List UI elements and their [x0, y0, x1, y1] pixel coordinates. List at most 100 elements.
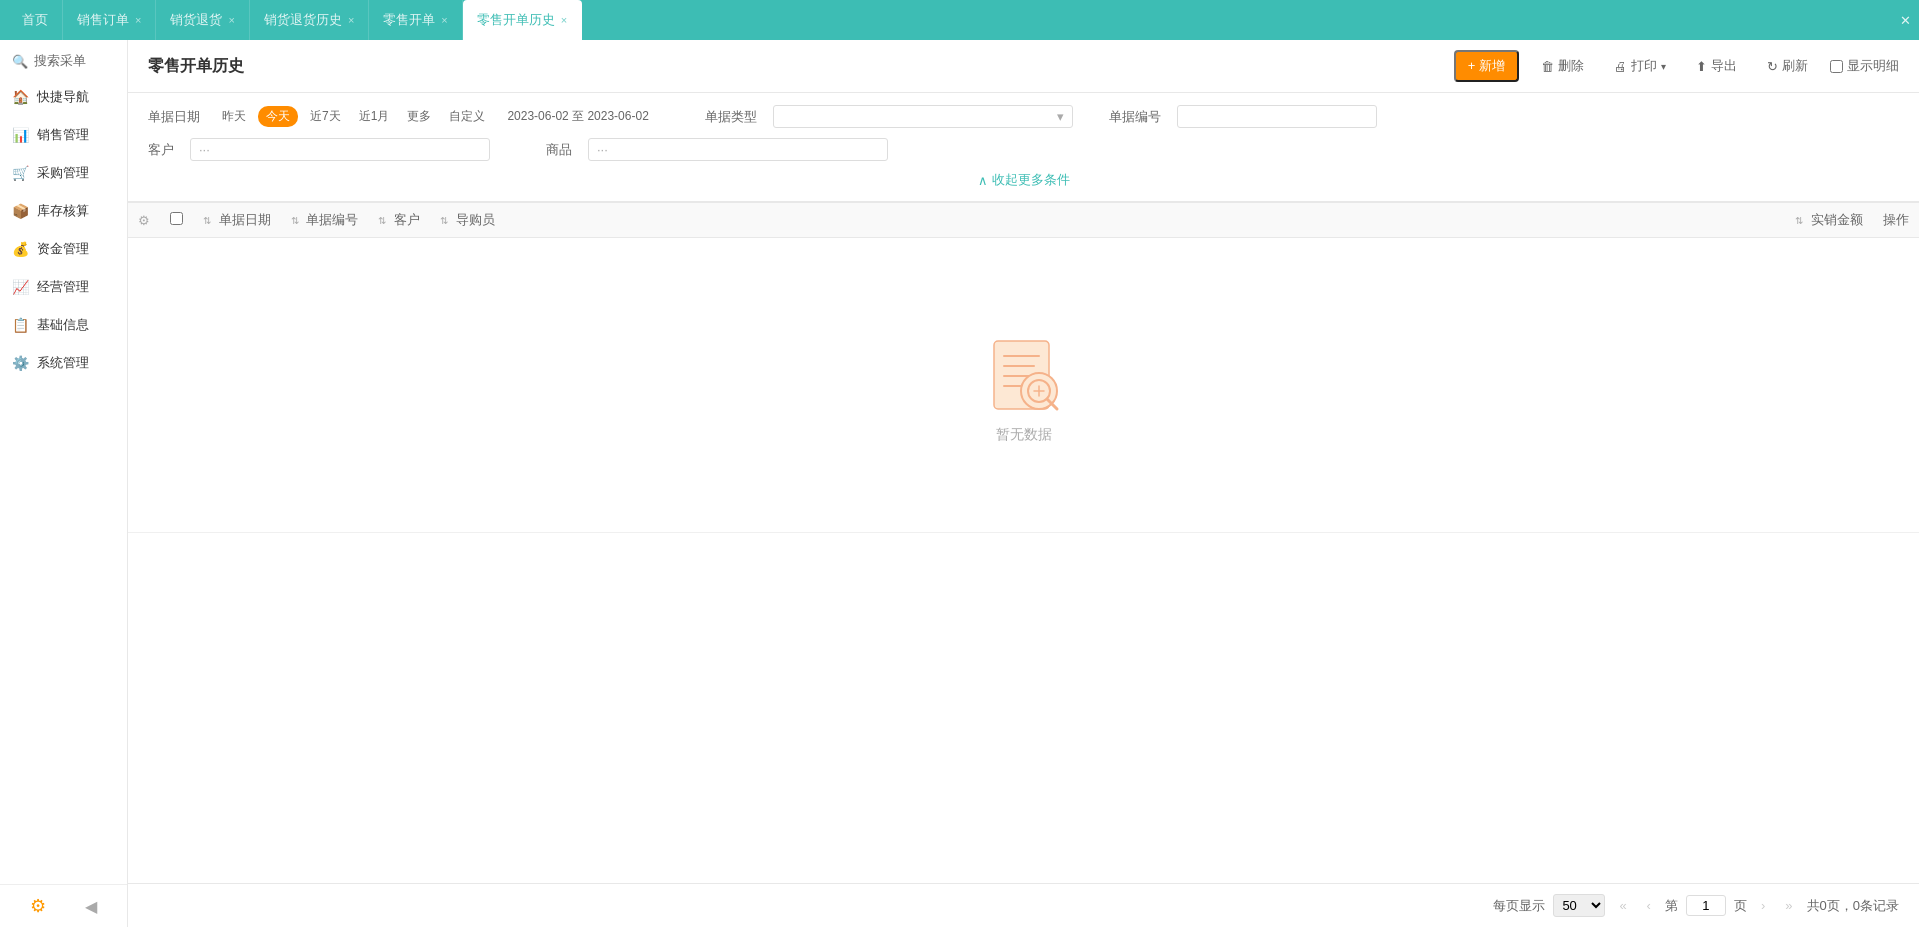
page-input[interactable] [1686, 895, 1726, 916]
filter-section: 单据日期 昨天 今天 近7天 近1月 更多 自定义 2023-06-02 至 2… [128, 93, 1919, 202]
sidebar-item-operations-label: 经营管理 [37, 278, 89, 296]
sidebar-search-label: 搜索采单 [34, 52, 86, 70]
sidebar-item-finance-label: 资金管理 [37, 240, 89, 258]
date-option-1month[interactable]: 近1月 [353, 106, 396, 127]
empty-text: 暂无数据 [996, 426, 1052, 444]
sidebar-item-sys-mgmt[interactable]: ⚙️ 系统管理 [0, 344, 127, 382]
per-page-label: 每页显示 [1493, 897, 1545, 915]
tab-sales-return-history-close[interactable]: × [348, 14, 354, 26]
window-close-btn[interactable]: ✕ [1900, 13, 1911, 28]
add-button[interactable]: + 新增 [1454, 50, 1519, 82]
print-button[interactable]: 🖨 打印 ▾ [1606, 53, 1674, 79]
sort-number-icon[interactable]: ⇅ [291, 215, 299, 226]
export-icon: ⬆ [1696, 59, 1707, 74]
date-option-today[interactable]: 今天 [258, 106, 298, 127]
collapse-sidebar-btn[interactable]: ◀ [85, 897, 97, 916]
last-page-btn[interactable]: » [1779, 896, 1798, 915]
delete-button[interactable]: 🗑 删除 [1533, 53, 1592, 79]
tab-sales-return-close[interactable]: × [228, 14, 234, 26]
page-title: 零售开单历史 [148, 56, 244, 77]
next-page-btn[interactable]: › [1755, 896, 1771, 915]
th-action: 操作 [1873, 203, 1919, 238]
filter-row-1: 单据日期 昨天 今天 近7天 近1月 更多 自定义 2023-06-02 至 2… [148, 105, 1899, 128]
tab-bar-right: ✕ [1900, 13, 1911, 28]
sidebar-bottom: ⚙ ◀ [0, 884, 127, 927]
money-icon: 💰 [12, 241, 29, 257]
tab-home-label: 首页 [22, 11, 48, 29]
tab-sales-return-history[interactable]: 销货退货历史 × [250, 0, 369, 40]
sidebar-item-inventory-label: 库存核算 [37, 202, 89, 220]
table-settings-icon[interactable]: ⚙ [138, 213, 150, 228]
chart-icon: 📊 [12, 127, 29, 143]
tab-sales-return[interactable]: 销货退货 × [156, 0, 249, 40]
sort-date-icon[interactable]: ⇅ [203, 215, 211, 226]
th-settings: ⚙ [128, 203, 160, 238]
chevron-up-icon: ∧ [978, 173, 988, 188]
sort-amount-icon[interactable]: ⇅ [1795, 215, 1803, 226]
date-option-custom[interactable]: 自定义 [443, 106, 491, 127]
type-filter-select[interactable]: ▾ [773, 105, 1073, 128]
sort-guide-icon[interactable]: ⇅ [440, 215, 448, 226]
table-header-row: ⚙ ⇅ 单据日期 ⇅ 单据编号 [128, 203, 1919, 238]
goods-filter-dots: ··· [597, 142, 608, 157]
refresh-label: 刷新 [1782, 57, 1808, 75]
tab-retail-open-history-close[interactable]: × [561, 14, 567, 26]
sidebar-item-purchase-mgmt[interactable]: 🛒 采购管理 [0, 154, 127, 192]
sidebar-item-inventory[interactable]: 📦 库存核算 [0, 192, 127, 230]
refresh-icon: ↻ [1767, 59, 1778, 74]
type-filter-arrow: ▾ [1057, 109, 1064, 124]
delete-label: 删除 [1558, 57, 1584, 75]
print-label: 打印 [1631, 57, 1657, 75]
per-page-select[interactable]: 50 10 20 100 [1553, 894, 1605, 917]
sidebar-item-sales-mgmt[interactable]: 📊 销售管理 [0, 116, 127, 154]
select-all-checkbox[interactable] [170, 212, 183, 225]
th-spacer [505, 203, 1786, 238]
refresh-button[interactable]: ↻ 刷新 [1759, 53, 1816, 79]
table-section: ⚙ ⇅ 单据日期 ⇅ 单据编号 [128, 202, 1919, 883]
customer-filter-label: 客户 [148, 141, 174, 159]
collapse-button[interactable]: ∧ 收起更多条件 [148, 171, 1899, 189]
tab-sales-order[interactable]: 销售订单 × [63, 0, 156, 40]
main-layout: 🔍 搜索采单 🏠 快捷导航 📊 销售管理 🛒 采购管理 📦 库存核算 💰 资金管… [0, 40, 1919, 927]
sidebar-item-finance[interactable]: 💰 资金管理 [0, 230, 127, 268]
content-area: 零售开单历史 + 新增 🗑 删除 🖨 打印 ▾ ⬆ 导出 ↻ [128, 40, 1919, 927]
sidebar-item-base-info[interactable]: 📋 基础信息 [0, 306, 127, 344]
sidebar-item-purchase-mgmt-label: 采购管理 [37, 164, 89, 182]
tab-sales-order-close[interactable]: × [135, 14, 141, 26]
empty-state-cell: 暂无数据 [128, 238, 1919, 533]
tab-home[interactable]: 首页 [8, 0, 63, 40]
date-option-more[interactable]: 更多 [401, 106, 437, 127]
gear-icon: ⚙️ [12, 355, 29, 371]
th-guide: ⇅ 导购员 [430, 203, 505, 238]
tab-retail-open-close[interactable]: × [441, 14, 447, 26]
date-option-yesterday[interactable]: 昨天 [216, 106, 252, 127]
sidebar: 🔍 搜索采单 🏠 快捷导航 📊 销售管理 🛒 采购管理 📦 库存核算 💰 资金管… [0, 40, 128, 927]
tab-retail-open-history-label: 零售开单历史 [477, 11, 555, 29]
number-filter-label: 单据编号 [1109, 108, 1161, 126]
sidebar-item-quick-nav[interactable]: 🏠 快捷导航 [0, 78, 127, 116]
display-detail-input[interactable] [1830, 60, 1843, 73]
goods-filter-input[interactable]: ··· [588, 138, 888, 161]
sort-customer-icon[interactable]: ⇅ [378, 215, 386, 226]
sidebar-item-sales-mgmt-label: 销售管理 [37, 126, 89, 144]
first-page-btn[interactable]: « [1613, 896, 1632, 915]
export-button[interactable]: ⬆ 导出 [1688, 53, 1745, 79]
table-body: 暂无数据 [128, 238, 1919, 533]
sidebar-search[interactable]: 🔍 搜索采单 [0, 44, 127, 78]
display-detail-checkbox[interactable]: 显示明细 [1830, 57, 1899, 75]
filter-row-2: 客户 ··· 商品 ··· [148, 138, 1899, 161]
date-range-display: 2023-06-02 至 2023-06-02 [507, 108, 648, 125]
th-number-label: 单据编号 [306, 212, 358, 227]
tab-retail-open[interactable]: 零售开单 × [369, 0, 462, 40]
number-filter-input[interactable] [1177, 105, 1377, 128]
th-date-label: 单据日期 [219, 212, 271, 227]
sidebar-item-operations[interactable]: 📈 经营管理 [0, 268, 127, 306]
total-info: 共0页，0条记录 [1807, 897, 1899, 915]
tab-retail-open-history[interactable]: 零售开单历史 × [463, 0, 582, 40]
search-icon: 🔍 [12, 54, 28, 69]
settings-btn[interactable]: ⚙ [30, 895, 46, 917]
date-option-7days[interactable]: 近7天 [304, 106, 347, 127]
customer-filter-input[interactable]: ··· [190, 138, 490, 161]
prev-page-btn[interactable]: ‹ [1641, 896, 1657, 915]
cart-icon: 🛒 [12, 165, 29, 181]
